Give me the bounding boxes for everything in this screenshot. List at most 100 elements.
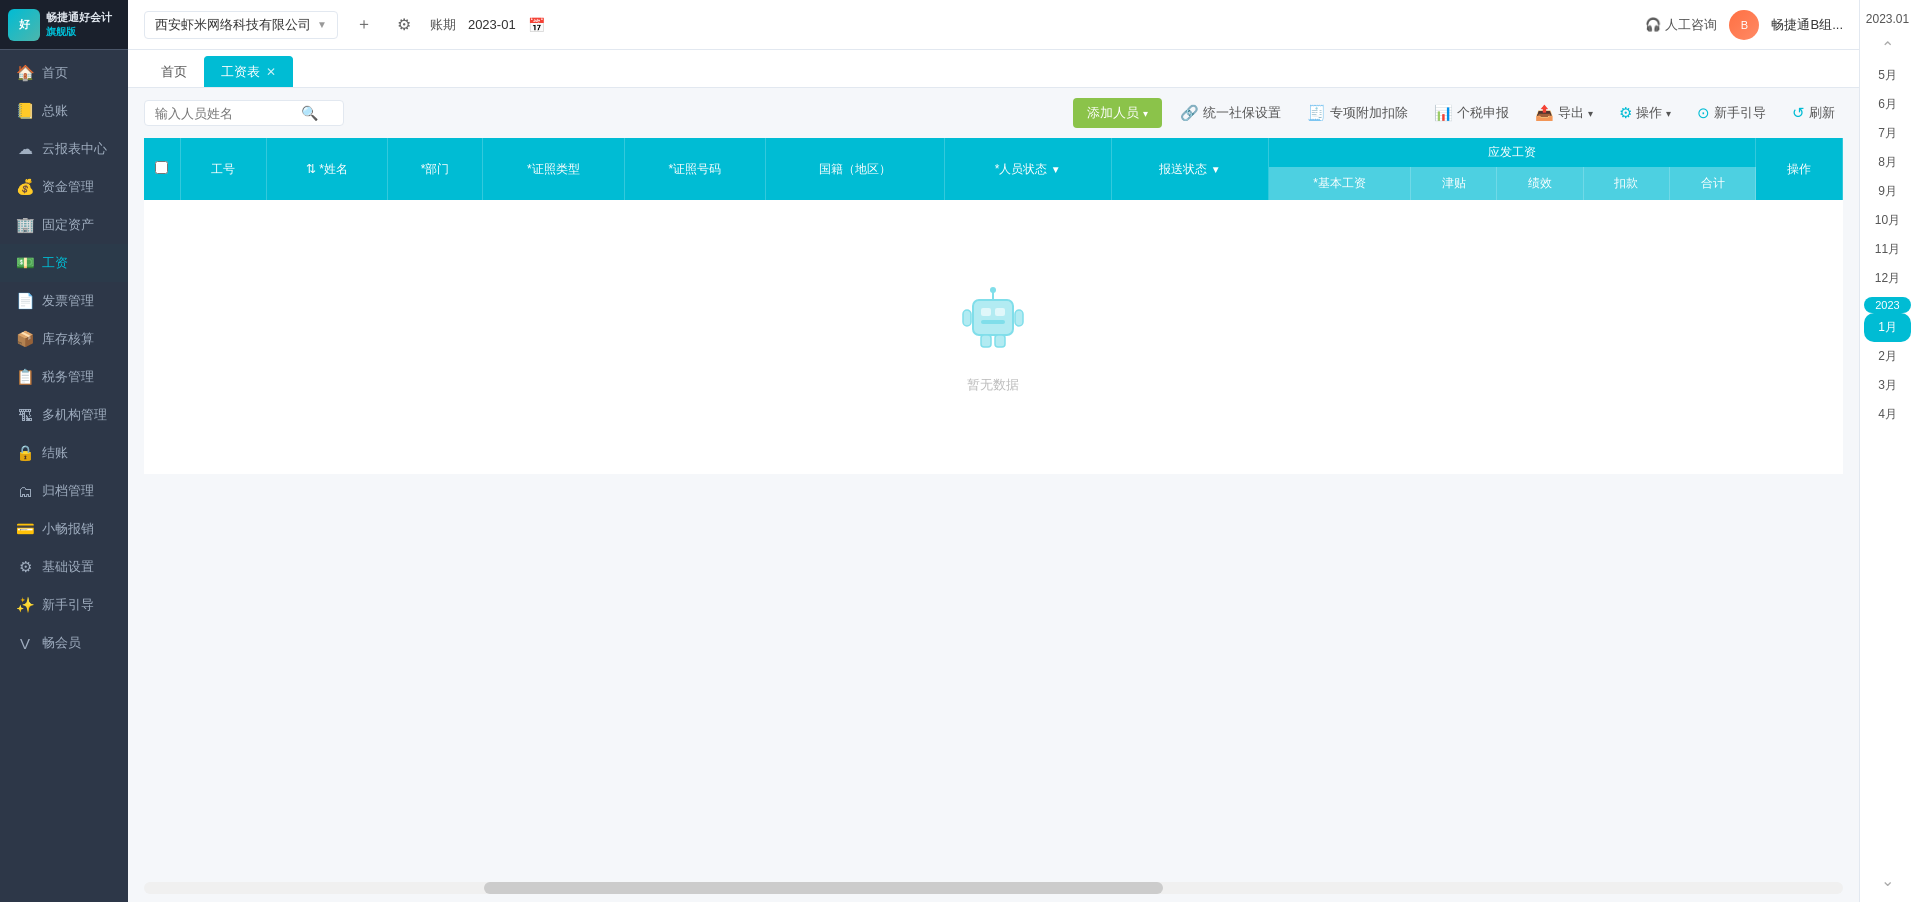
settings-company-button[interactable]: ⚙ <box>390 11 418 39</box>
special-deduction-label: 专项附加扣除 <box>1330 104 1408 122</box>
personal-tax-button[interactable]: 📊 个税申报 <box>1426 100 1517 126</box>
guide-btn-label: 新手引导 <box>1714 104 1766 122</box>
scroll-down-button[interactable]: ⌄ <box>1877 867 1898 894</box>
svg-rect-3 <box>981 320 1005 324</box>
sidebar-item-ledger[interactable]: 📒 总账 <box>0 92 128 130</box>
tab-close-icon[interactable]: ✕ <box>266 65 276 79</box>
sidebar-item-capital[interactable]: 💰 资金管理 <box>0 168 128 206</box>
social-icon: 🔗 <box>1180 104 1199 122</box>
refresh-button[interactable]: ↺ 刷新 <box>1784 100 1843 126</box>
th-salary-group: 应发工资 <box>1269 138 1756 167</box>
service-button[interactable]: 🎧 人工咨询 <box>1645 16 1717 34</box>
sidebar-item-invoice[interactable]: 📄 发票管理 <box>0 282 128 320</box>
select-all-checkbox[interactable] <box>155 161 168 174</box>
settings-icon: ⚙ <box>16 558 34 576</box>
sidebar-label-multiorg: 多机构管理 <box>42 406 107 424</box>
add-person-button[interactable]: 添加人员 ▾ <box>1073 98 1162 128</box>
expense-icon: 💳 <box>16 520 34 538</box>
sidebar-item-member[interactable]: V 畅会员 <box>0 624 128 662</box>
user-name: 畅捷通B组... <box>1771 16 1843 34</box>
add-company-button[interactable]: ＋ <box>350 11 378 39</box>
tax-icon: 📋 <box>16 368 34 386</box>
export-button[interactable]: 📤 导出 ▾ <box>1527 100 1601 126</box>
special-deduction-button[interactable]: 🧾 专项附加扣除 <box>1299 100 1416 126</box>
table-body: 暂无数据 <box>144 200 1843 474</box>
dropdown-arrow-icon: ▾ <box>1143 108 1148 119</box>
year-tag-2023: 2023 <box>1864 297 1911 313</box>
month-item-1[interactable]: 1月 <box>1864 313 1911 342</box>
home-icon: 🏠 <box>16 64 34 82</box>
tab-payroll[interactable]: 工资表 ✕ <box>204 56 293 87</box>
sidebar: 好 畅捷通好会计 旗舰版 🏠 首页 📒 总账 ☁ 云报表中心 💰 资金管理 🏢 … <box>0 0 128 902</box>
th-total: 合计 <box>1670 167 1756 200</box>
sidebar-item-expense[interactable]: 💳 小畅报销 <box>0 510 128 548</box>
social-security-button[interactable]: 🔗 统一社保设置 <box>1172 100 1289 126</box>
th-performance: 绩效 <box>1497 167 1583 200</box>
company-selector[interactable]: 西安虾米网络科技有限公司 ▼ <box>144 11 338 39</box>
horizontal-scrollbar[interactable] <box>144 882 1843 894</box>
month-item-3[interactable]: 3月 <box>1860 371 1915 400</box>
th-department: *部门 <box>387 138 482 200</box>
month-item-4[interactable]: 4月 <box>1860 400 1915 429</box>
operation-button[interactable]: ⚙ 操作 ▾ <box>1611 100 1679 126</box>
main-area: 西安虾米网络科技有限公司 ▼ ＋ ⚙ 账期 2023-01 📅 🎧 人工咨询 B… <box>128 0 1859 902</box>
tab-home[interactable]: 首页 <box>144 56 204 87</box>
month-item-9[interactable]: 9月 <box>1860 177 1915 206</box>
month-item-8[interactable]: 8月 <box>1860 148 1915 177</box>
sidebar-item-payroll[interactable]: 💵 工资 <box>0 244 128 282</box>
search-wrap: 🔍 <box>144 100 344 126</box>
assets-icon: 🏢 <box>16 216 34 234</box>
month-item-7[interactable]: 7月 <box>1860 119 1915 148</box>
operation-icon: ⚙ <box>1619 104 1632 122</box>
svg-rect-0 <box>973 300 1013 335</box>
content-area: 🔍 添加人员 ▾ 🔗 统一社保设置 🧾 专项附加扣除 📊 个税申报 📤 导出 <box>128 88 1859 902</box>
ledger-icon: 📒 <box>16 102 34 120</box>
sidebar-item-settings[interactable]: ⚙ 基础设置 <box>0 548 128 586</box>
sidebar-label-settings: 基础设置 <box>42 558 94 576</box>
calendar-icon[interactable]: 📅 <box>528 17 545 33</box>
sidebar-item-home[interactable]: 🏠 首页 <box>0 54 128 92</box>
capital-icon: 💰 <box>16 178 34 196</box>
app-version: 旗舰版 <box>46 25 112 39</box>
th-base-salary: *基本工资 <box>1269 167 1410 200</box>
member-icon: V <box>16 635 34 652</box>
period-label: 账期 <box>430 16 456 34</box>
sidebar-item-archive[interactable]: 🗂 归档管理 <box>0 472 128 510</box>
th-allowance: 津贴 <box>1410 167 1496 200</box>
sidebar-item-multiorg[interactable]: 🏗 多机构管理 <box>0 396 128 434</box>
month-item-10[interactable]: 10月 <box>1860 206 1915 235</box>
headset-icon: 🎧 <box>1645 17 1661 32</box>
refresh-label: 刷新 <box>1809 104 1835 122</box>
search-input[interactable] <box>155 106 295 121</box>
month-item-11[interactable]: 11月 <box>1860 235 1915 264</box>
month-item-2[interactable]: 2月 <box>1860 342 1915 371</box>
multiorg-icon: 🏗 <box>16 407 34 424</box>
svg-rect-6 <box>963 310 971 326</box>
guide-button[interactable]: ⊙ 新手引导 <box>1689 100 1774 126</box>
sidebar-item-report[interactable]: ☁ 云报表中心 <box>0 130 128 168</box>
search-icon: 🔍 <box>301 105 318 121</box>
archive-icon: 🗂 <box>16 483 34 500</box>
company-name: 西安虾米网络科技有限公司 <box>155 16 311 34</box>
sidebar-label-ledger: 总账 <box>42 102 68 120</box>
personal-tax-label: 个税申报 <box>1457 104 1509 122</box>
sidebar-item-assets[interactable]: 🏢 固定资产 <box>0 206 128 244</box>
month-item-6[interactable]: 6月 <box>1860 90 1915 119</box>
sidebar-label-payroll: 工资 <box>42 254 68 272</box>
social-security-label: 统一社保设置 <box>1203 104 1281 122</box>
scroll-up-button[interactable]: ⌃ <box>1877 34 1898 61</box>
month-item-12[interactable]: 12月 <box>1860 264 1915 293</box>
top-header: 西安虾米网络科技有限公司 ▼ ＋ ⚙ 账期 2023-01 📅 🎧 人工咨询 B… <box>128 0 1859 50</box>
refresh-icon: ↺ <box>1792 104 1805 122</box>
export-label: 导出 <box>1558 104 1584 122</box>
sidebar-item-tax[interactable]: 📋 税务管理 <box>0 358 128 396</box>
sidebar-item-close[interactable]: 🔒 结账 <box>0 434 128 472</box>
payroll-icon: 💵 <box>16 254 34 272</box>
svg-point-5 <box>990 287 996 293</box>
current-period-label: 2023.01 <box>1862 8 1913 30</box>
sidebar-item-guide[interactable]: ✨ 新手引导 <box>0 586 128 624</box>
svg-rect-9 <box>995 335 1005 347</box>
th-id-number: *证照号码 <box>624 138 765 200</box>
sidebar-item-inventory[interactable]: 📦 库存核算 <box>0 320 128 358</box>
month-item-5[interactable]: 5月 <box>1860 61 1915 90</box>
